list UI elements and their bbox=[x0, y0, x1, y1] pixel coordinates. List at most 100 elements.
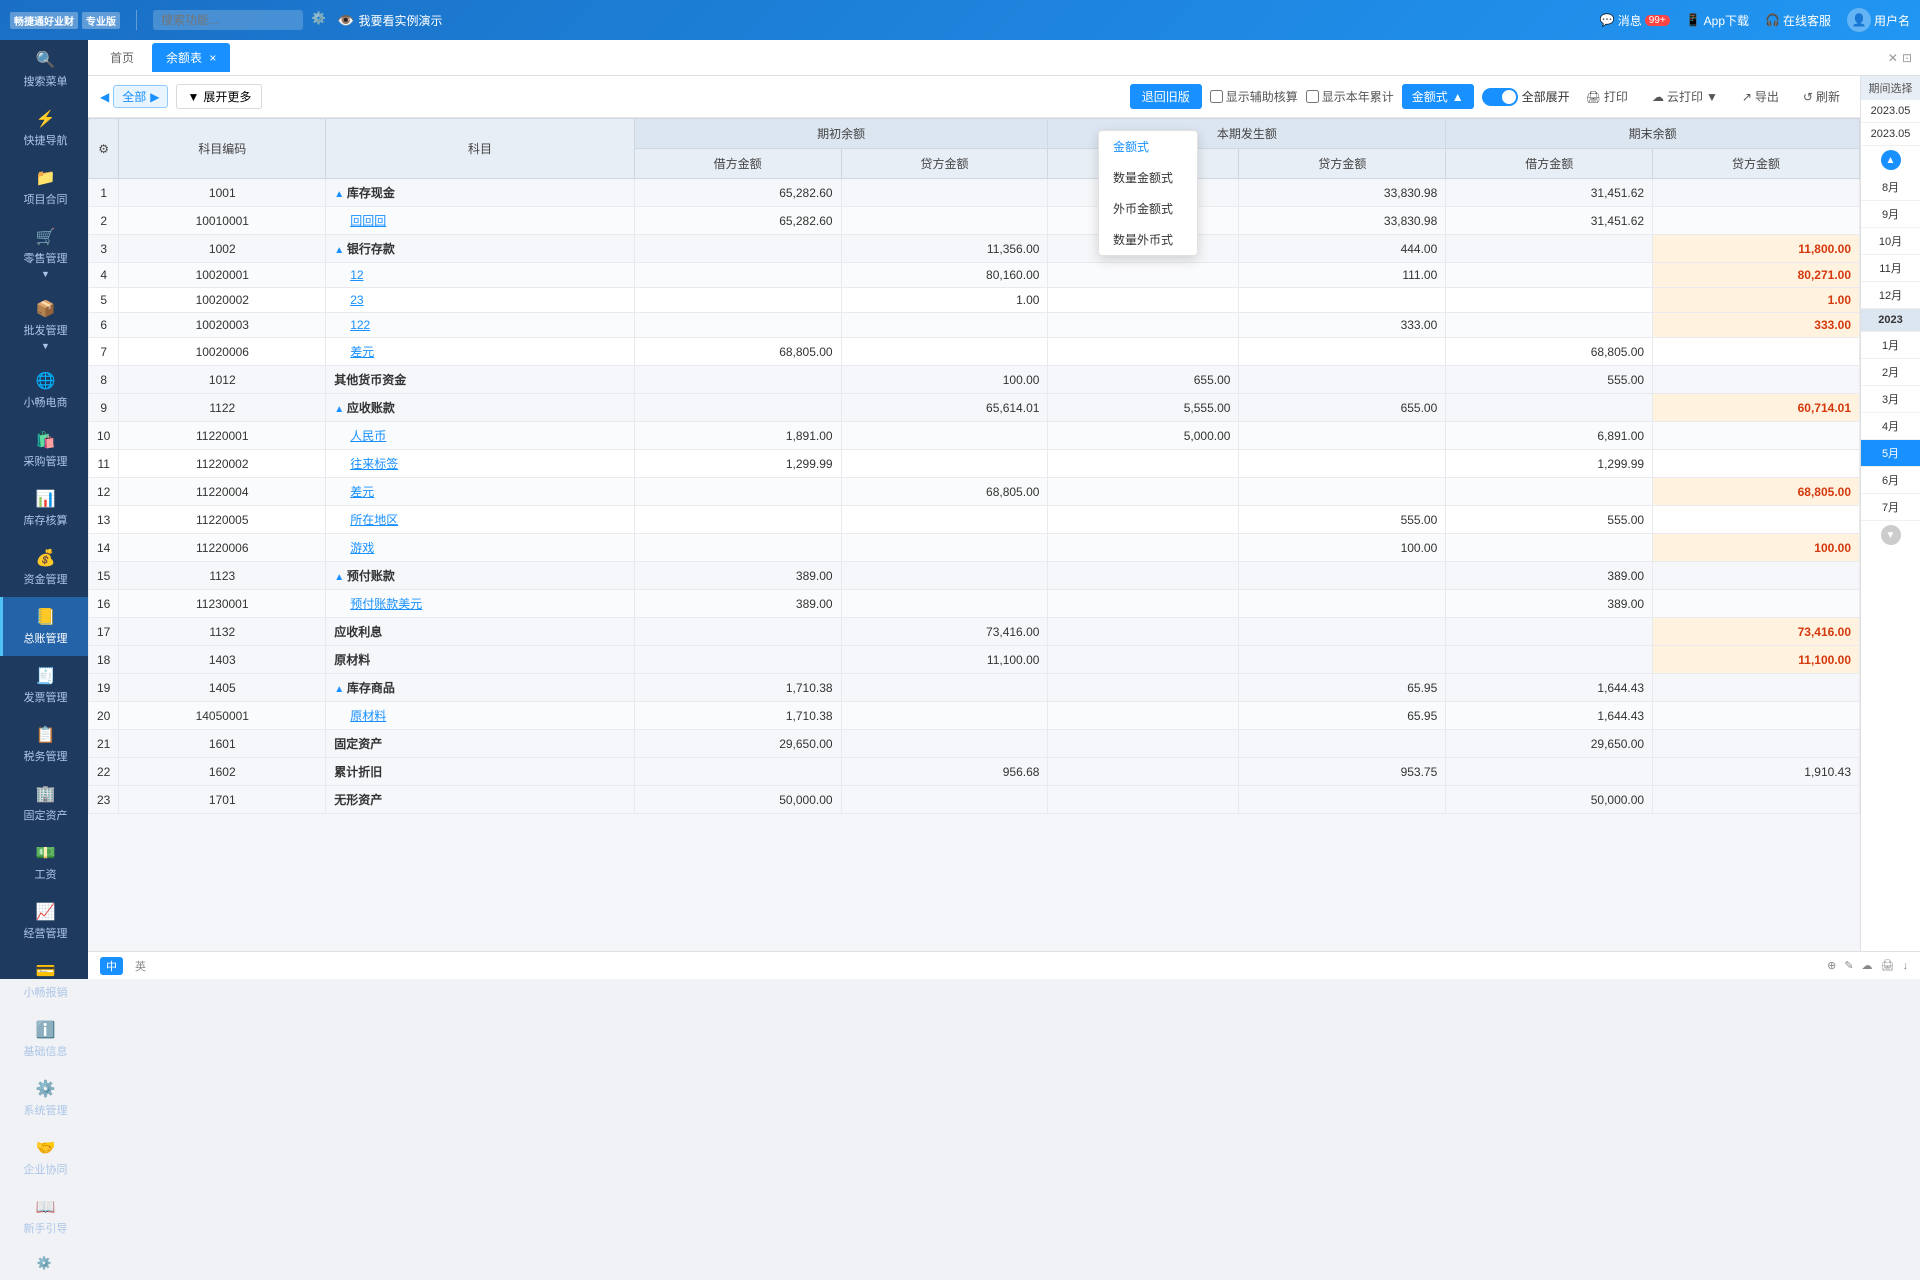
sidebar-item-invoice[interactable]: 🧾 发票管理 bbox=[0, 656, 88, 715]
period-item-1[interactable]: 1月 bbox=[1861, 332, 1920, 359]
period-item-12[interactable]: 12月 bbox=[1861, 282, 1920, 309]
data-table-wrap[interactable]: ⚙ 科目编码 科目 期初余额 本期发生额 期末余额 借方金额 贷方金额 借方金额 bbox=[88, 118, 1860, 951]
dropdown-item-amount[interactable]: 金额式 bbox=[1099, 131, 1197, 162]
td-name[interactable]: ▲ 预付账款 bbox=[326, 562, 635, 590]
sidebar-item-inventory[interactable]: 📊 库存核算 bbox=[0, 479, 88, 538]
window-close-icon[interactable]: ✕ bbox=[1888, 51, 1898, 65]
td-name[interactable]: 差元 bbox=[326, 478, 635, 506]
td-name[interactable]: 人民币 bbox=[326, 422, 635, 450]
sidebar-item-payroll[interactable]: 💵 工资 bbox=[0, 833, 88, 892]
breadcrumb-back-icon[interactable]: ◀ bbox=[100, 90, 109, 104]
sidebar-item-ecommerce[interactable]: 🌐 小畅电商 bbox=[0, 361, 88, 420]
sidebar-item-tax[interactable]: 📋 税务管理 bbox=[0, 715, 88, 774]
export-btn[interactable]: ↗ 导出 bbox=[1734, 84, 1787, 109]
expand-all-toggle[interactable]: 全部展开 bbox=[1482, 88, 1570, 106]
period-item-10[interactable]: 10月 bbox=[1861, 228, 1920, 255]
td-name[interactable]: ▲ 库存商品 bbox=[326, 674, 635, 702]
period-item-6[interactable]: 6月 bbox=[1861, 467, 1920, 494]
sidebar-item-sales[interactable]: 💳 小畅报销 bbox=[0, 951, 88, 1010]
period-item-2023-05-1[interactable]: 2023.05 bbox=[1861, 100, 1920, 123]
td-name[interactable]: 23 bbox=[326, 288, 635, 313]
td-name[interactable]: 12 bbox=[326, 263, 635, 288]
period-item-2023-05-2[interactable]: 2023.05 bbox=[1861, 123, 1920, 146]
refresh-btn[interactable]: ↺ 刷新 bbox=[1795, 84, 1848, 109]
sidebar-item-search[interactable]: 🔍 搜索菜单 bbox=[0, 40, 88, 99]
top-search-input[interactable] bbox=[153, 10, 303, 30]
td-name[interactable]: 往来标签 bbox=[326, 450, 635, 478]
user-menu[interactable]: 👤 用户名 bbox=[1847, 8, 1910, 32]
period-expand-up-icon[interactable]: ▲ bbox=[1881, 150, 1901, 170]
sidebar-item-operations[interactable]: 📈 经营管理 bbox=[0, 892, 88, 951]
online-service-btn[interactable]: 🎧 在线客服 bbox=[1765, 12, 1831, 29]
period-item-7[interactable]: 7月 bbox=[1861, 494, 1920, 521]
period-item-2[interactable]: 2月 bbox=[1861, 359, 1920, 386]
td-name[interactable]: 游戏 bbox=[326, 534, 635, 562]
sidebar-item-system[interactable]: ⚙️ 系统管理 bbox=[0, 1069, 88, 1128]
cloud-print-btn[interactable]: ☁ 云打印 ▼ bbox=[1644, 84, 1726, 109]
message-btn[interactable]: 💬 消息 99+ bbox=[1600, 12, 1670, 29]
sidebar-item-capital[interactable]: 💰 资金管理 bbox=[0, 538, 88, 597]
app-download-btn[interactable]: 📱 App下载 bbox=[1686, 12, 1749, 29]
sidebar-item-guide[interactable]: 📖 新手引导 bbox=[0, 1187, 88, 1246]
td-name[interactable]: ▲ 银行存款 bbox=[326, 235, 635, 263]
sidebar-item-quick-nav[interactable]: ⚡ 快捷导航 bbox=[0, 99, 88, 158]
bottom-add-icon[interactable]: ⊕ bbox=[1827, 959, 1836, 972]
sidebar-item-cooperation[interactable]: 🤝 企业协同 bbox=[0, 1128, 88, 1187]
bottom-print2-icon[interactable]: 🖨 bbox=[1881, 959, 1895, 972]
show-auxiliary-check[interactable]: 显示辅助核算 bbox=[1210, 88, 1298, 105]
td-name[interactable]: 原材料 bbox=[326, 702, 635, 730]
period-item-4[interactable]: 4月 bbox=[1861, 413, 1920, 440]
td-name[interactable]: 回回回 bbox=[326, 207, 635, 235]
window-restore-icon[interactable]: ⊡ bbox=[1902, 51, 1912, 65]
period-item-5[interactable]: 5月 bbox=[1861, 440, 1920, 467]
sidebar-item-retail[interactable]: 🛒 零售管理 ▼ bbox=[0, 217, 88, 289]
show-ytd-check[interactable]: 显示本年累计 bbox=[1306, 88, 1394, 105]
bottom-cloud-icon[interactable]: ☁ bbox=[1862, 959, 1873, 972]
tab-close-icon[interactable]: × bbox=[209, 51, 216, 65]
td-name[interactable]: 原材料 bbox=[326, 646, 635, 674]
sidebar-settings-icon[interactable]: ⚙️ bbox=[37, 1256, 52, 1270]
tab-home[interactable]: 首页 bbox=[96, 43, 148, 72]
settings-icon[interactable]: ⚙️ bbox=[311, 11, 329, 29]
sidebar-item-project[interactable]: 📁 项目合同 bbox=[0, 158, 88, 217]
td-name[interactable]: 预付账款美元 bbox=[326, 590, 635, 618]
sidebar-bottom[interactable]: ⚙️ bbox=[0, 1246, 88, 1280]
td-name[interactable]: 所在地区 bbox=[326, 506, 635, 534]
td-name[interactable]: ▲ 库存现金 bbox=[326, 179, 635, 207]
toggle-control[interactable] bbox=[1482, 88, 1518, 106]
print-btn[interactable]: 🖨 打印 bbox=[1578, 84, 1636, 109]
period-item-8[interactable]: 8月 bbox=[1861, 174, 1920, 201]
td-name[interactable]: 差元 bbox=[326, 338, 635, 366]
bottom-chinese-btn[interactable]: 中 bbox=[100, 957, 123, 975]
sidebar-item-general-ledger[interactable]: 📒 总账管理 bbox=[0, 597, 88, 656]
td-name[interactable]: ▲ 应收账款 bbox=[326, 394, 635, 422]
period-item-3[interactable]: 3月 bbox=[1861, 386, 1920, 413]
dropdown-item-qty-amount[interactable]: 数量金额式 bbox=[1099, 162, 1197, 193]
sidebar-item-purchase[interactable]: 🛍️ 采购管理 bbox=[0, 420, 88, 479]
bottom-edit-icon[interactable]: ✎ bbox=[1844, 959, 1853, 972]
demo-link[interactable]: 👁️ 我要看实例演示 bbox=[337, 12, 442, 29]
dropdown-item-qty-foreign[interactable]: 数量外币式 bbox=[1099, 224, 1197, 255]
sidebar-item-basic-info[interactable]: ℹ️ 基础信息 bbox=[0, 1010, 88, 1069]
mode-btn[interactable]: 金额式 ▲ bbox=[1402, 84, 1474, 109]
expand-btn[interactable]: ▼ 展开更多 bbox=[176, 84, 262, 109]
period-expand-down[interactable]: ▼ bbox=[1861, 521, 1920, 549]
period-item-year-2023[interactable]: 2023 bbox=[1861, 309, 1920, 332]
period-item-9[interactable]: 9月 bbox=[1861, 201, 1920, 228]
td-name[interactable]: 应收利息 bbox=[326, 618, 635, 646]
td-name[interactable]: 122 bbox=[326, 313, 635, 338]
td-name[interactable]: 累计折旧 bbox=[326, 758, 635, 786]
dropdown-item-foreign-amount[interactable]: 外币金额式 bbox=[1099, 193, 1197, 224]
breadcrumb-all[interactable]: 全部 ▶ bbox=[113, 85, 168, 108]
td-name[interactable]: 无形资产 bbox=[326, 786, 635, 814]
period-item-11[interactable]: 11月 bbox=[1861, 255, 1920, 282]
period-expand-down-icon[interactable]: ▼ bbox=[1881, 525, 1901, 545]
td-name[interactable]: 其他货币资金 bbox=[326, 366, 635, 394]
tab-balance[interactable]: 余额表 × bbox=[152, 43, 230, 72]
bottom-english-btn[interactable]: 英 bbox=[135, 958, 146, 974]
rollback-btn[interactable]: 退回旧版 bbox=[1130, 84, 1202, 109]
sidebar-item-wholesale[interactable]: 📦 批发管理 ▼ bbox=[0, 289, 88, 361]
td-name[interactable]: 固定资产 bbox=[326, 730, 635, 758]
th-settings[interactable]: ⚙ bbox=[89, 119, 119, 179]
sidebar-item-fixed-assets[interactable]: 🏢 固定资产 bbox=[0, 774, 88, 833]
